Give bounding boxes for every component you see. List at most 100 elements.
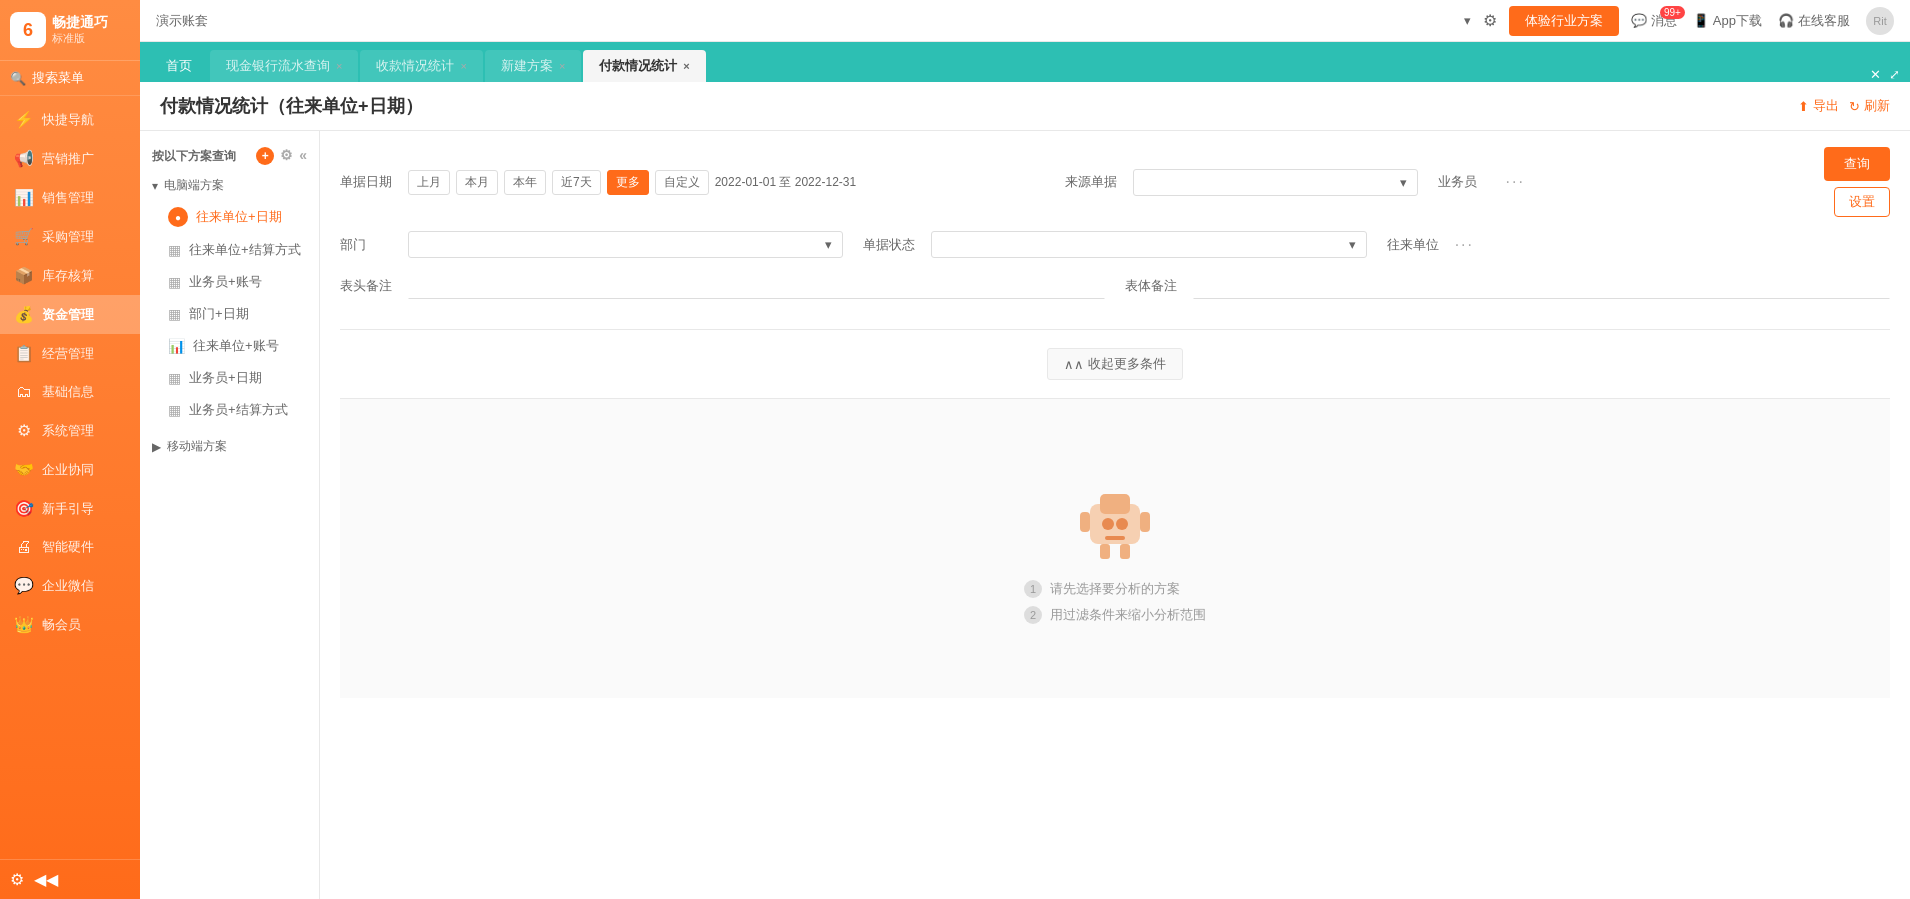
last-month-btn[interactable]: 上月 [408,170,450,195]
svg-rect-8 [1120,544,1130,559]
tab-bank-close[interactable]: × [336,60,342,72]
desktop-group-title[interactable]: ▾ 电脑端方案 [140,171,319,200]
sidebar-item-guide[interactable]: 🎯 新手引导 [0,489,140,528]
tab-receipts-close[interactable]: × [460,60,466,72]
search-menu[interactable]: 🔍 搜索菜单 [0,61,140,96]
scheme-item-staff-account[interactable]: ▦ 业务员+账号 [140,266,319,298]
basic-info-icon: 🗂 [14,383,34,401]
tab-bank[interactable]: 现金银行流水查询 × [210,50,358,82]
sidebar-item-hardware[interactable]: 🖨 智能硬件 [0,528,140,566]
header-note-input[interactable] [408,272,1105,299]
scheme-item-staff-date[interactable]: ▦ 业务员+日期 [140,362,319,394]
filter-actions: 查询 设置 [1810,147,1890,217]
sidebar-item-marketing[interactable]: 📢 营销推广 [0,139,140,178]
app-download-btn[interactable]: 📱 App下载 [1693,12,1762,30]
sidebar-item-inventory[interactable]: 📦 库存核算 [0,256,140,295]
wechat-icon: 💬 [14,576,34,595]
tab-receipts[interactable]: 收款情况统计 × [360,50,482,82]
filter-body-note-item: 表体备注 [1125,272,1890,299]
sidebar-item-capital[interactable]: 💰 资金管理 [0,295,140,334]
company-dropdown[interactable]: ▾ [1464,13,1471,28]
export-btn[interactable]: ⬆ 导出 [1798,97,1839,115]
topbar-settings-icon[interactable]: ⚙ [1483,11,1497,30]
system-icon: ⚙ [14,421,34,440]
scheme-item-staff-settle[interactable]: ▦ 业务员+结算方式 [140,394,319,426]
tip1-text: 请先选择要分析的方案 [1050,580,1180,598]
service-btn[interactable]: 🎧 在线客服 [1778,12,1850,30]
cooperation-label: 企业协同 [42,461,94,479]
tab-bank-label: 现金银行流水查询 [226,57,330,75]
sidebar-item-cooperation[interactable]: 🤝 企业协同 [0,450,140,489]
refresh-btn[interactable]: ↻ 刷新 [1849,97,1890,115]
scheme-item-unit-date[interactable]: ● 往来单位+日期 [140,200,319,234]
sidebar-item-purchase[interactable]: 🛒 采购管理 [0,217,140,256]
this-year-btn[interactable]: 本年 [504,170,546,195]
mobile-group-title[interactable]: ▶ 移动端方案 [140,432,319,461]
export-icon: ⬆ [1798,99,1809,114]
filter-row-2: 部门 ▾ 单据状态 ▾ [340,231,1890,258]
purchase-label: 采购管理 [42,228,94,246]
scheme-icon-4: 📊 [168,338,185,354]
settings-btn[interactable]: 设置 [1834,187,1890,217]
source-voucher-select[interactable]: ▾ [1133,169,1418,196]
user-avatar[interactable]: Rit [1866,7,1894,35]
this-month-btn[interactable]: 本月 [456,170,498,195]
date-range-display: 2022-01-01 至 2022-12-31 [715,174,856,191]
marketing-icon: 📢 [14,149,34,168]
bottom-collapse-icon[interactable]: ◀◀ [34,870,58,889]
staff-dots-btn[interactable]: ··· [1506,173,1525,191]
app-icon: 📱 [1693,13,1709,28]
panel-header-label: 按以下方案查询 [152,148,236,165]
sidebar-item-member[interactable]: 👑 畅会员 [0,605,140,644]
empty-tips: 1 请先选择要分析的方案 2 用过滤条件来缩小分析范围 [1024,580,1206,624]
sidebar-item-wechat[interactable]: 💬 企业微信 [0,566,140,605]
filter-header-note-item: 表头备注 [340,272,1105,299]
tab-new-scheme[interactable]: 新建方案 × [485,50,581,82]
msg-btn[interactable]: 💬 消息 99+ [1631,12,1677,30]
last7-btn[interactable]: 近7天 [552,170,601,195]
tab-expand-icon[interactable]: ⤢ [1889,67,1900,82]
collapse-more-btn[interactable]: ∧∧ 收起更多条件 [1047,348,1183,380]
add-scheme-btn[interactable]: + [256,147,274,165]
app-name: 畅捷通巧 [52,14,108,31]
body-note-input[interactable] [1193,272,1890,299]
svg-rect-1 [1100,494,1130,514]
custom-btn[interactable]: 自定义 [655,170,709,195]
sidebar-item-sales[interactable]: 📊 销售管理 [0,178,140,217]
tab-payment-close[interactable]: × [683,60,689,72]
empty-state-area: 1 请先选择要分析的方案 2 用过滤条件来缩小分析范围 [340,398,1890,698]
tab-payment[interactable]: 付款情况统计 × [583,50,705,82]
panel-header-actions: + ⚙ « [256,147,307,165]
more-btn[interactable]: 更多 [607,170,649,195]
sidebar-item-quick-nav[interactable]: ⚡ 快捷导航 [0,100,140,139]
dept-select[interactable]: ▾ [408,231,843,258]
scheme-item-unit-settle[interactable]: ▦ 往来单位+结算方式 [140,234,319,266]
filter-staff-item: 业务员 ··· [1438,173,1791,191]
query-btn[interactable]: 查询 [1824,147,1890,181]
scheme-item-dept-date[interactable]: ▦ 部门+日期 [140,298,319,330]
left-panel: 按以下方案查询 + ⚙ « ▾ 电脑端方案 ● [140,131,320,899]
mobile-scheme-group: ▶ 移动端方案 [140,432,319,461]
partner-dots-btn[interactable]: ··· [1455,236,1474,254]
panel-collapse-icon[interactable]: « [299,147,307,165]
content-body: 按以下方案查询 + ⚙ « ▾ 电脑端方案 ● [140,131,1910,899]
mobile-group-arrow: ▶ [152,440,161,454]
sidebar-item-basic-info[interactable]: 🗂 基础信息 [0,373,140,411]
svg-point-3 [1116,518,1128,530]
scheme-settings-icon[interactable]: ⚙ [280,147,293,165]
voucher-status-select[interactable]: ▾ [931,231,1366,258]
msg-icon: 💬 [1631,13,1647,28]
scheme-item-unit-account[interactable]: 📊 往来单位+账号 [140,330,319,362]
voucher-date-label: 单据日期 [340,173,400,191]
scheme-icon-3: ▦ [168,306,181,322]
bottom-settings-icon[interactable]: ⚙ [10,870,24,889]
tab-new-scheme-close[interactable]: × [559,60,565,72]
tab-close-all-icon[interactable]: ✕ [1870,67,1881,82]
trial-btn[interactable]: 体验行业方案 [1509,6,1619,36]
main-content: 演示账套 ▾ ⚙ 体验行业方案 💬 消息 99+ 📱 App下载 🎧 在线客服 … [140,0,1910,899]
sidebar-item-operations[interactable]: 📋 经营管理 [0,334,140,373]
page-header: 付款情况统计（往来单位+日期） ⬆ 导出 ↻ 刷新 [140,82,1910,131]
refresh-icon: ↻ [1849,99,1860,114]
sidebar-item-system[interactable]: ⚙ 系统管理 [0,411,140,450]
tab-home[interactable]: 首页 [150,50,208,82]
